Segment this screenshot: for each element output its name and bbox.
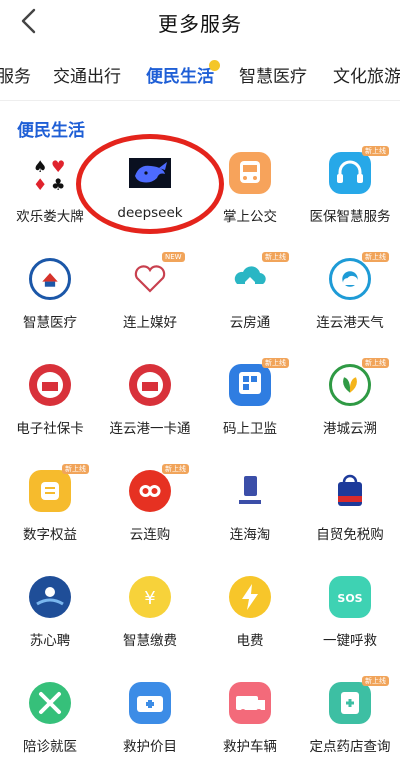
new-badge: NEW bbox=[162, 252, 185, 262]
service-item[interactable]: ♠ ♥ ♦ ♣ 欢乐娄大牌 bbox=[0, 144, 100, 244]
service-label: 码上卫监 bbox=[223, 421, 277, 437]
tab-transport[interactable]: 交通出行 bbox=[53, 62, 121, 87]
service-item[interactable]: SOS 一键呼救 bbox=[300, 568, 400, 668]
qr-supervision-icon bbox=[229, 364, 271, 406]
service-item[interactable]: 新上线 云房通 bbox=[200, 250, 300, 350]
service-item[interactable]: 新上线 医保智慧服务 bbox=[300, 144, 400, 244]
new-badge: 新上线 bbox=[262, 252, 289, 262]
service-label: 陪诊就医 bbox=[23, 739, 77, 755]
phone-shop-icon bbox=[229, 470, 271, 512]
service-label: 救护车辆 bbox=[223, 739, 277, 755]
svg-text:SOS: SOS bbox=[337, 592, 362, 605]
new-badge: 新上线 bbox=[262, 358, 289, 368]
service-label: 电费 bbox=[236, 633, 264, 649]
service-item[interactable]: ¥ 智慧缴费 bbox=[100, 568, 200, 668]
shopping-bag-icon bbox=[329, 470, 371, 512]
service-item[interactable]: 自贸免税购 bbox=[300, 462, 400, 562]
service-item[interactable]: 新上线 定点药店查询 bbox=[300, 674, 400, 774]
service-label: 港城云溯 bbox=[323, 421, 377, 437]
deepseek-whale-icon bbox=[129, 158, 171, 188]
service-item[interactable]: 连云港一卡通 bbox=[100, 356, 200, 456]
pharmacy-icon bbox=[329, 682, 371, 724]
divider bbox=[0, 100, 400, 101]
svg-text:¥: ¥ bbox=[144, 588, 155, 609]
service-item[interactable]: 智慧医疗 bbox=[0, 250, 100, 350]
service-item[interactable]: 新上线 码上卫监 bbox=[200, 356, 300, 456]
digital-rights-icon bbox=[29, 470, 71, 512]
yen-coin-icon: ¥ bbox=[129, 576, 171, 618]
recruit-icon bbox=[29, 576, 71, 618]
leaf-trace-icon bbox=[329, 364, 371, 406]
service-label: 苏心聘 bbox=[29, 633, 71, 649]
category-tabs: 服务 交通出行 便民生活 智慧医疗 文化旅游 bbox=[0, 56, 400, 94]
service-label: 自贸免税购 bbox=[316, 527, 384, 543]
headset-icon bbox=[329, 152, 371, 194]
service-label: 掌上公交 bbox=[223, 209, 277, 225]
ambulance-icon bbox=[229, 682, 271, 724]
service-item[interactable]: 救护车辆 bbox=[200, 674, 300, 774]
service-label: 智慧缴费 bbox=[123, 633, 177, 649]
escort-icon bbox=[29, 682, 71, 724]
cloud-house-icon bbox=[229, 258, 271, 300]
service-label: 连云港一卡通 bbox=[109, 421, 191, 437]
service-item[interactable]: 新上线 连云港天气 bbox=[300, 250, 400, 350]
service-label: 救护价目 bbox=[123, 739, 177, 755]
service-item[interactable]: 救护价目 bbox=[100, 674, 200, 774]
tab-convenient-life[interactable]: 便民生活 bbox=[146, 62, 214, 87]
service-label: 云房通 bbox=[229, 315, 271, 331]
bus-icon bbox=[229, 152, 271, 194]
service-label: 云连购 bbox=[129, 527, 171, 543]
service-label: deepseek bbox=[117, 205, 183, 221]
new-badge: 新上线 bbox=[362, 676, 389, 686]
service-item[interactable]: 电费 bbox=[200, 568, 300, 668]
service-item[interactable]: 新上线 云连购 bbox=[100, 462, 200, 562]
weather-icon bbox=[329, 258, 371, 300]
service-item[interactable]: deepseek bbox=[100, 144, 200, 244]
new-badge: 新上线 bbox=[162, 464, 189, 474]
service-item[interactable]: 陪诊就医 bbox=[0, 674, 100, 774]
service-label: 数字权益 bbox=[23, 527, 77, 543]
social-security-card-icon bbox=[29, 364, 71, 406]
service-label: 连上媒好 bbox=[123, 315, 177, 331]
heart-icon bbox=[129, 258, 171, 300]
svg-text:♣: ♣ bbox=[51, 175, 65, 194]
service-item[interactable]: NEW 连上媒好 bbox=[100, 250, 200, 350]
new-badge: 新上线 bbox=[362, 358, 389, 368]
page-title: 更多服务 bbox=[158, 12, 242, 36]
service-label: 医保智慧服务 bbox=[309, 209, 391, 225]
infinity-icon bbox=[129, 470, 171, 512]
service-label: 一键呼救 bbox=[323, 633, 377, 649]
ambulance-price-icon bbox=[129, 682, 171, 724]
service-item[interactable]: 新上线 港城云溯 bbox=[300, 356, 400, 456]
new-badge: 新上线 bbox=[362, 252, 389, 262]
playing-cards-icon: ♠ ♥ ♦ ♣ bbox=[29, 152, 71, 194]
service-label: 连海淘 bbox=[229, 527, 271, 543]
section-title: 便民生活 bbox=[17, 121, 85, 141]
service-item[interactable]: 掌上公交 bbox=[200, 144, 300, 244]
new-badge: 新上线 bbox=[62, 464, 89, 474]
svg-text:♦: ♦ bbox=[33, 175, 47, 194]
lightning-icon bbox=[229, 576, 271, 618]
tab-services[interactable]: 服务 bbox=[0, 62, 31, 87]
new-badge: 新上线 bbox=[362, 146, 389, 156]
service-item[interactable]: 苏心聘 bbox=[0, 568, 100, 668]
header: 更多服务 bbox=[0, 0, 400, 44]
tab-smart-medical[interactable]: 智慧医疗 bbox=[239, 62, 307, 87]
medical-seal-icon bbox=[29, 258, 71, 300]
transit-card-icon bbox=[129, 364, 171, 406]
service-label: 欢乐娄大牌 bbox=[16, 209, 84, 225]
service-label: 智慧医疗 bbox=[23, 315, 77, 331]
svg-text:♥: ♥ bbox=[51, 157, 65, 176]
service-label: 连云港天气 bbox=[316, 315, 384, 331]
tab-notification-dot bbox=[209, 60, 220, 71]
sos-icon: SOS bbox=[329, 576, 371, 618]
tab-culture-tourism[interactable]: 文化旅游 bbox=[333, 62, 400, 87]
service-item[interactable]: 电子社保卡 bbox=[0, 356, 100, 456]
service-label: 电子社保卡 bbox=[16, 421, 84, 437]
service-item[interactable]: 新上线 数字权益 bbox=[0, 462, 100, 562]
svg-text:♠: ♠ bbox=[33, 157, 47, 176]
service-item[interactable]: 连海淘 bbox=[200, 462, 300, 562]
service-label: 定点药店查询 bbox=[309, 739, 391, 755]
